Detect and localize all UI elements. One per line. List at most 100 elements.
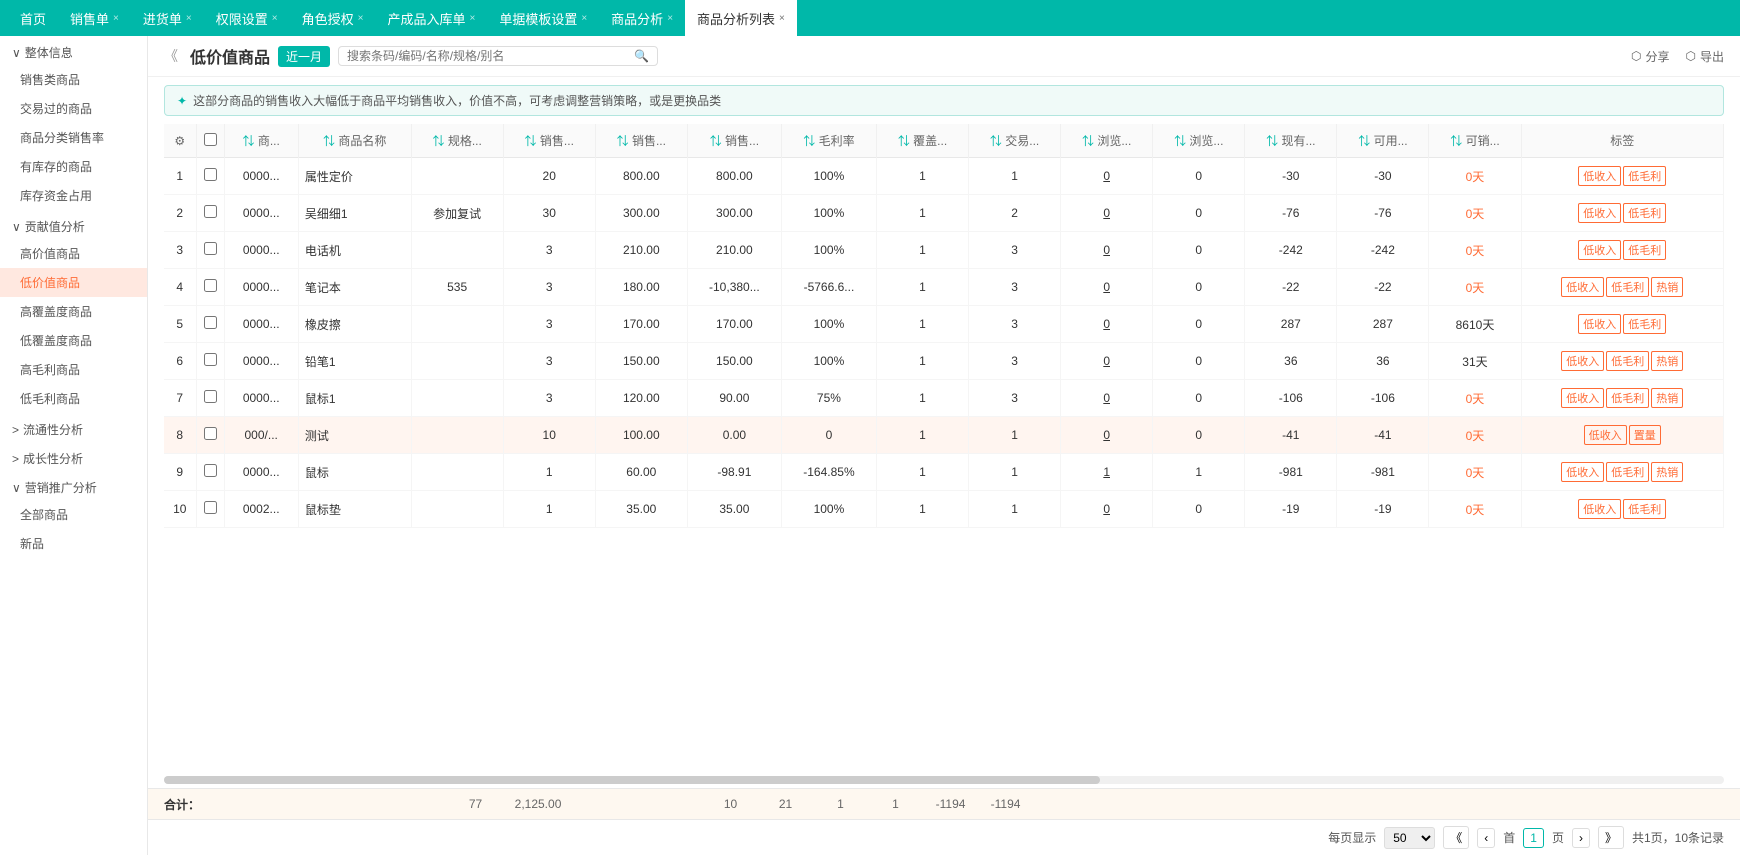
col-views2[interactable]: ⇅ 浏览... [1153,124,1245,158]
row-checkbox[interactable] [204,353,217,366]
sidebar-item-sales-products[interactable]: 销售类商品 [0,65,147,94]
row-checkbox[interactable] [204,168,217,181]
row-checkbox-cell[interactable] [196,343,224,380]
sort-icon[interactable]: ⇅ [710,134,722,148]
row-checkbox-cell[interactable] [196,269,224,306]
sort-icon[interactable]: ⇅ [1358,134,1370,148]
sort-icon[interactable]: ⇅ [803,134,815,148]
views-link[interactable]: 0 [1103,502,1110,516]
row-views1[interactable]: 0 [1061,491,1153,528]
table-container[interactable]: ⚙ ⇅ 商... ⇅ 商品名称 ⇅ 规格... ⇅ 销售... ⇅ 销售... … [148,124,1740,772]
sort-icon[interactable]: ⇅ [1266,134,1278,148]
sidebar-item-high-coverage[interactable]: 高覆盖度商品 [0,297,147,326]
col-spec[interactable]: ⇅ 规格... [411,124,503,158]
views-link[interactable]: 0 [1103,280,1110,294]
sidebar-item-category-sales-rate[interactable]: 商品分类销售率 [0,123,147,152]
col-name[interactable]: ⇅ 商品名称 [298,124,411,158]
close-icon[interactable]: × [469,13,475,24]
sort-icon[interactable]: ⇅ [898,134,910,148]
col-transactions[interactable]: ⇅ 交易... [969,124,1061,158]
row-views1[interactable]: 0 [1061,158,1153,195]
sort-icon[interactable]: ⇅ [243,134,255,148]
row-checkbox[interactable] [204,242,217,255]
row-checkbox-cell[interactable] [196,232,224,269]
select-all-checkbox[interactable] [204,133,217,146]
views-link[interactable]: 0 [1103,428,1110,442]
sidebar-group-liquidity[interactable]: > 流通性分析 [0,413,147,442]
sidebar-group-contribution[interactable]: ∨ 贡献值分析 [0,210,147,239]
nav-product-analysis[interactable]: 商品分析 × [599,0,685,36]
sidebar-toggle-button[interactable]: 《 [164,46,178,66]
row-checkbox[interactable] [204,501,217,514]
nav-template-settings[interactable]: 单据模板设置 × [487,0,599,36]
row-views1[interactable]: 0 [1061,306,1153,343]
close-icon[interactable]: × [272,13,278,24]
col-sellable[interactable]: ⇅ 可销... [1429,124,1521,158]
nav-product-warehousing[interactable]: 产成品入库单 × [375,0,487,36]
views-link[interactable]: 0 [1103,206,1110,220]
views-link[interactable]: 1 [1103,465,1110,479]
sort-icon[interactable]: ⇅ [1082,134,1094,148]
nav-product-analysis-list[interactable]: 商品分析列表 × [685,0,797,36]
row-views1[interactable]: 1 [1061,454,1153,491]
sidebar-group-marketing[interactable]: ∨ 营销推广分析 [0,471,147,500]
close-icon[interactable]: × [113,13,119,24]
row-views1[interactable]: 0 [1061,195,1153,232]
sort-icon[interactable]: ⇅ [1450,134,1462,148]
sidebar-item-all-products[interactable]: 全部商品 [0,500,147,529]
row-checkbox-cell[interactable] [196,306,224,343]
nav-role-auth[interactable]: 角色授权 × [290,0,376,36]
sort-icon[interactable]: ⇅ [525,134,537,148]
nav-purchase-order[interactable]: 进货单 × [131,0,204,36]
time-filter-button[interactable]: 近一月 [278,46,330,67]
search-icon[interactable]: 🔍 [634,49,649,63]
sidebar-group-growth[interactable]: > 成长性分析 [0,442,147,471]
col-views1[interactable]: ⇅ 浏览... [1061,124,1153,158]
row-checkbox[interactable] [204,427,217,440]
row-checkbox[interactable] [204,316,217,329]
close-icon[interactable]: × [667,13,673,24]
sidebar-item-new-products[interactable]: 新品 [0,529,147,558]
horizontal-scrollbar[interactable] [164,776,1724,784]
sort-icon[interactable]: ⇅ [990,134,1002,148]
sort-icon[interactable]: ⇅ [323,134,335,148]
col-coverage[interactable]: ⇅ 覆盖... [876,124,968,158]
sidebar-item-stocked-products[interactable]: 有库存的商品 [0,152,147,181]
views-link[interactable]: 0 [1103,391,1110,405]
sort-icon[interactable]: ⇅ [1174,134,1186,148]
close-icon[interactable]: × [186,13,192,24]
row-checkbox-cell[interactable] [196,195,224,232]
close-icon[interactable]: × [779,13,785,24]
settings-icon[interactable]: ⚙ [174,134,185,148]
row-views1[interactable]: 0 [1061,232,1153,269]
row-views1[interactable]: 0 [1061,380,1153,417]
close-icon[interactable]: × [581,13,587,24]
col-margin[interactable]: ⇅ 毛利率 [781,124,876,158]
col-tags[interactable]: 标签 [1521,124,1723,158]
search-input[interactable] [347,49,630,63]
col-sales-amount[interactable]: ⇅ 销售... [595,124,687,158]
sidebar-item-traded-products[interactable]: 交易过的商品 [0,94,147,123]
sidebar-item-low-coverage[interactable]: 低覆盖度商品 [0,326,147,355]
sidebar-group-overall[interactable]: ∨ 整体信息 [0,36,147,65]
row-views1[interactable]: 0 [1061,343,1153,380]
nav-home[interactable]: 首页 [8,0,58,36]
views-link[interactable]: 0 [1103,354,1110,368]
col-available[interactable]: ⇅ 可用... [1337,124,1429,158]
sidebar-item-high-margin[interactable]: 高毛利商品 [0,355,147,384]
per-page-select[interactable]: 50 100 200 [1384,827,1435,849]
last-page-button[interactable]: 》 [1598,826,1624,849]
nav-permission-settings[interactable]: 权限设置 × [204,0,290,36]
row-checkbox-cell[interactable] [196,491,224,528]
row-checkbox[interactable] [204,279,217,292]
share-button[interactable]: ⬡ 分享 [1631,48,1670,65]
first-page-button[interactable]: 《 [1443,826,1469,849]
nav-sales-order[interactable]: 销售单 × [58,0,131,36]
row-checkbox[interactable] [204,390,217,403]
close-icon[interactable]: × [358,13,364,24]
views-link[interactable]: 0 [1103,243,1110,257]
row-checkbox[interactable] [204,464,217,477]
col-settings[interactable]: ⚙ [164,124,196,158]
col-stock[interactable]: ⇅ 现有... [1245,124,1337,158]
views-link[interactable]: 0 [1103,317,1110,331]
